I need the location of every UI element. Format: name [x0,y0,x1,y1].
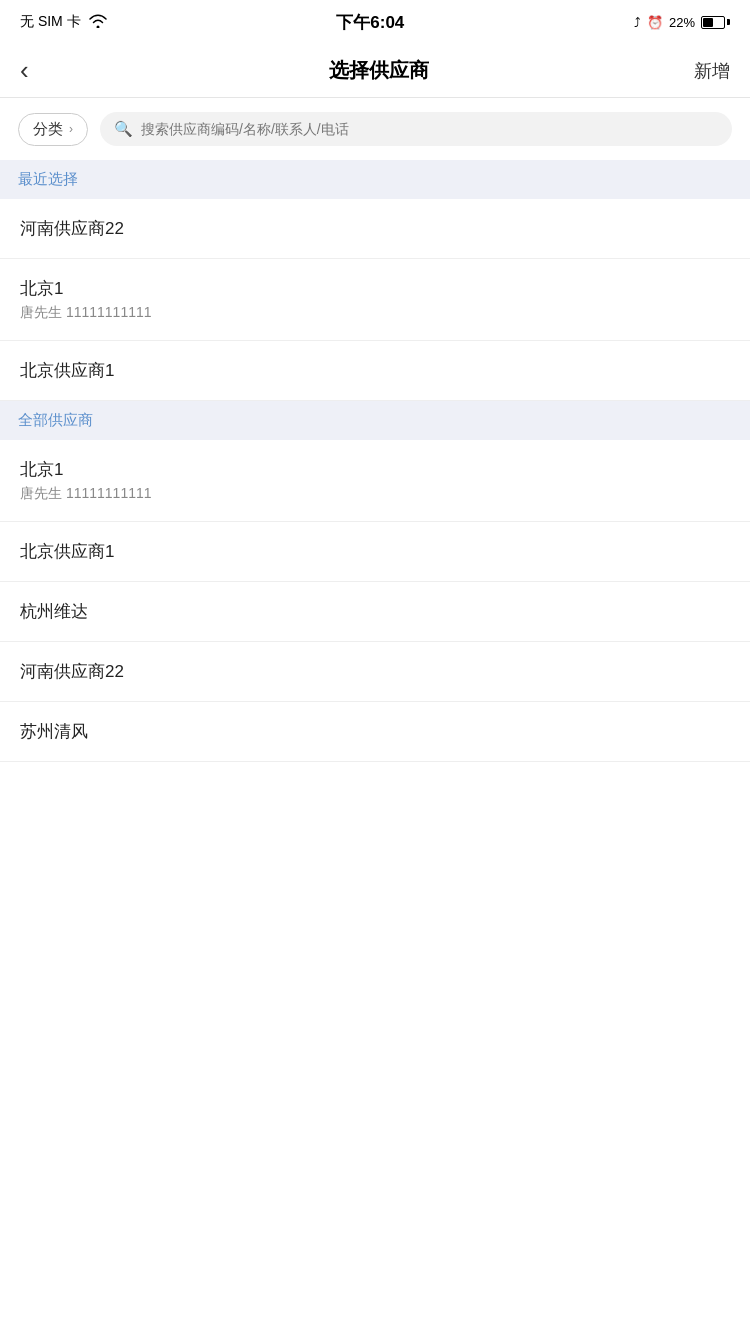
filter-bar: 分类 › 🔍 [0,98,750,160]
list-item[interactable]: 北京供应商1 [0,522,750,582]
item-name: 苏州清风 [20,720,730,743]
search-input[interactable] [141,121,718,137]
item-name: 北京供应商1 [20,540,730,563]
status-left: 无 SIM 卡 [20,13,107,31]
battery-icon [701,16,730,29]
status-right: ⤴ ⏰ 22% [634,15,730,30]
status-time: 下午6:04 [336,11,404,34]
chevron-icon: › [69,122,73,136]
item-name: 北京1 [20,277,730,300]
search-icon: 🔍 [114,120,133,138]
add-button[interactable]: 新增 [694,59,730,83]
list-item[interactable]: 杭州维达 [0,582,750,642]
item-name: 河南供应商22 [20,217,730,240]
status-bar: 无 SIM 卡 下午6:04 ⤴ ⏰ 22% [0,0,750,44]
recent-section-header: 最近选择 [0,160,750,199]
item-name: 北京供应商1 [20,359,730,382]
page-title: 选择供应商 [329,57,429,84]
recent-section-label: 最近选择 [18,170,78,187]
location-icon: ⤴ [634,15,641,30]
list-item[interactable]: 苏州清风 [0,702,750,762]
recent-list: 河南供应商22 北京1 唐先生 11111111111 北京供应商1 [0,199,750,401]
nav-bar: ‹ 选择供应商 新增 [0,44,750,98]
category-label: 分类 [33,120,63,139]
item-name: 杭州维达 [20,600,730,623]
item-name: 北京1 [20,458,730,481]
battery-percent: 22% [669,15,695,30]
wifi-icon [89,14,107,31]
back-button[interactable]: ‹ [20,55,64,86]
search-container: 🔍 [100,112,732,146]
item-sub: 唐先生 11111111111 [20,485,730,503]
carrier-text: 无 SIM 卡 [20,13,81,31]
list-item[interactable]: 河南供应商22 [0,199,750,259]
item-sub: 唐先生 11111111111 [20,304,730,322]
list-item[interactable]: 河南供应商22 [0,642,750,702]
all-section-label: 全部供应商 [18,411,93,428]
list-item[interactable]: 北京供应商1 [0,341,750,401]
category-filter-button[interactable]: 分类 › [18,113,88,146]
list-item[interactable]: 北京1 唐先生 11111111111 [0,259,750,341]
all-section-header: 全部供应商 [0,401,750,440]
alarm-icon: ⏰ [647,15,663,30]
all-list: 北京1 唐先生 11111111111 北京供应商1 杭州维达河南供应商22 苏州清风 [0,440,750,762]
item-name: 河南供应商22 [20,660,730,683]
list-item[interactable]: 北京1 唐先生 11111111111 [0,440,750,522]
